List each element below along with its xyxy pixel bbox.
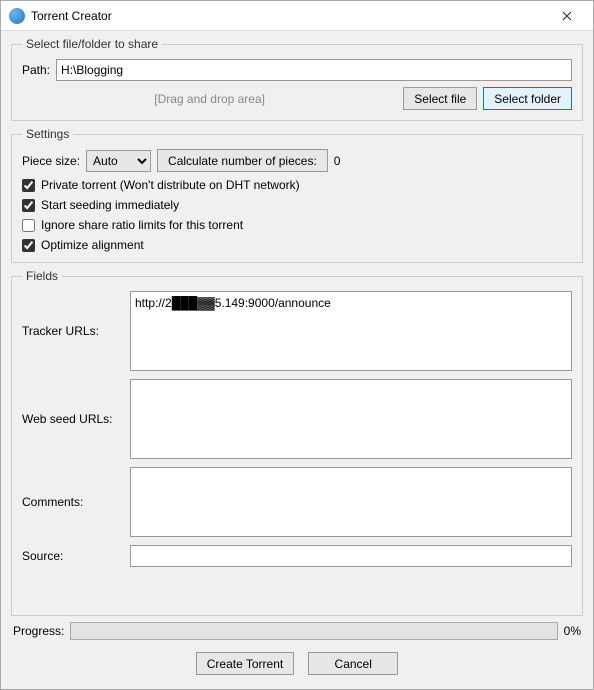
select-file-button[interactable]: Select file xyxy=(403,87,477,110)
path-label: Path: xyxy=(22,63,50,77)
button-row: Create Torrent Cancel xyxy=(11,646,583,683)
cancel-button[interactable]: Cancel xyxy=(308,652,398,675)
drag-drop-area[interactable]: [Drag and drop area] xyxy=(22,92,397,106)
settings-section: Settings Piece size: Auto Calculate numb… xyxy=(11,127,583,263)
private-torrent-checkbox[interactable] xyxy=(22,179,35,192)
select-file-section: Select file/folder to share Path: [Drag … xyxy=(11,37,583,121)
ignore-ratio-label: Ignore share ratio limits for this torre… xyxy=(41,218,243,232)
titlebar: Torrent Creator xyxy=(1,1,593,31)
progress-bar xyxy=(70,622,557,640)
settings-legend: Settings xyxy=(22,127,73,141)
close-icon xyxy=(562,11,572,21)
select-folder-button[interactable]: Select folder xyxy=(483,87,572,110)
private-torrent-label: Private torrent (Won't distribute on DHT… xyxy=(41,178,300,192)
optimize-alignment-checkbox[interactable] xyxy=(22,239,35,252)
tracker-urls-input[interactable] xyxy=(130,291,572,371)
torrent-creator-window: Torrent Creator Select file/folder to sh… xyxy=(0,0,594,690)
start-seeding-label: Start seeding immediately xyxy=(41,198,179,212)
content-area: Select file/folder to share Path: [Drag … xyxy=(1,31,593,689)
fields-section: Fields Tracker URLs: Web seed URLs: Comm… xyxy=(11,269,583,616)
path-input[interactable] xyxy=(56,59,572,81)
fields-legend: Fields xyxy=(22,269,62,283)
optimize-alignment-label: Optimize alignment xyxy=(41,238,144,252)
progress-label: Progress: xyxy=(13,624,64,638)
source-input[interactable] xyxy=(130,545,572,567)
source-label: Source: xyxy=(22,549,122,563)
progress-row: Progress: 0% xyxy=(11,622,583,640)
calculate-pieces-button[interactable]: Calculate number of pieces: xyxy=(157,149,328,172)
start-seeding-checkbox[interactable] xyxy=(22,199,35,212)
webseed-urls-label: Web seed URLs: xyxy=(22,412,122,426)
create-torrent-button[interactable]: Create Torrent xyxy=(196,652,294,675)
ignore-ratio-checkbox[interactable] xyxy=(22,219,35,232)
progress-percent: 0% xyxy=(564,624,581,638)
comments-input[interactable] xyxy=(130,467,572,537)
webseed-urls-input[interactable] xyxy=(130,379,572,459)
comments-label: Comments: xyxy=(22,495,122,509)
piece-size-label: Piece size: xyxy=(22,154,80,168)
pieces-count-value: 0 xyxy=(334,154,341,168)
tracker-urls-label: Tracker URLs: xyxy=(22,324,122,338)
window-title: Torrent Creator xyxy=(31,9,547,23)
app-icon xyxy=(9,8,25,24)
close-button[interactable] xyxy=(547,2,587,30)
piece-size-select[interactable]: Auto xyxy=(86,150,151,172)
select-legend: Select file/folder to share xyxy=(22,37,162,51)
